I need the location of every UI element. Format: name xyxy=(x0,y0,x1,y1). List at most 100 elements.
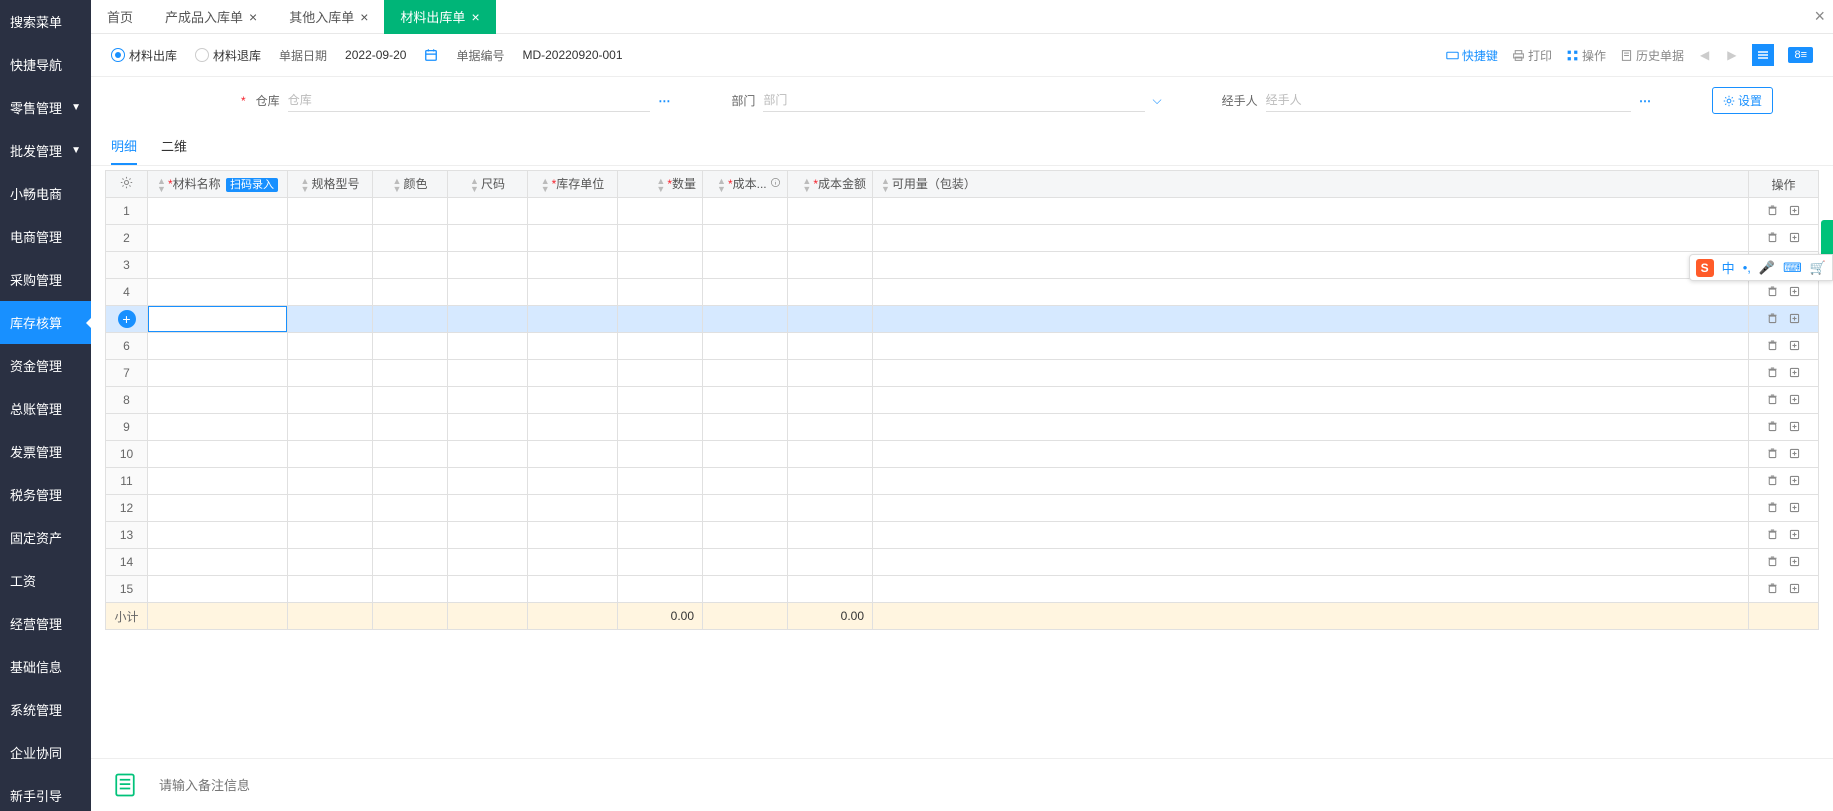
cell-avail[interactable] xyxy=(873,306,1749,333)
cell-cost[interactable] xyxy=(703,333,788,360)
delete-row-icon[interactable] xyxy=(1765,337,1781,353)
cell-size[interactable] xyxy=(448,306,528,333)
table-row[interactable]: + xyxy=(106,306,1819,333)
ime-punct[interactable]: •, xyxy=(1743,260,1751,275)
cell-size[interactable] xyxy=(448,549,528,576)
sidebar-item-1[interactable]: 快捷导航 xyxy=(0,43,91,86)
cell-avail[interactable] xyxy=(873,225,1749,252)
cell-name[interactable] xyxy=(148,387,288,414)
remark-icon[interactable] xyxy=(111,771,139,799)
tab-2[interactable]: 其他入库单× xyxy=(273,0,384,34)
cell-cost[interactable] xyxy=(703,387,788,414)
cell-avail[interactable] xyxy=(873,414,1749,441)
cell-unit[interactable] xyxy=(528,441,618,468)
cell-size[interactable] xyxy=(448,198,528,225)
cell-color[interactable] xyxy=(373,306,448,333)
dept-dropdown[interactable]: ⌵ xyxy=(1153,93,1162,108)
col-color[interactable]: ▲▼颜色 xyxy=(373,171,448,198)
table-row[interactable]: 14 xyxy=(106,549,1819,576)
cell-amount[interactable] xyxy=(788,576,873,603)
shortcut-button[interactable]: 快捷键 xyxy=(1446,47,1498,64)
cell-size[interactable] xyxy=(448,468,528,495)
ime-voice[interactable]: 🎤 xyxy=(1759,260,1775,276)
col-unit[interactable]: ▲▼*库存单位 xyxy=(528,171,618,198)
ime-toolbar[interactable]: S 中 •, 🎤 ⌨ 🛒 xyxy=(1689,254,1833,281)
add-row-cell[interactable]: + xyxy=(106,306,148,333)
cell-spec[interactable] xyxy=(288,306,373,333)
delete-row-icon[interactable] xyxy=(1765,418,1781,434)
cell-cost[interactable] xyxy=(703,441,788,468)
cell-amount[interactable] xyxy=(788,333,873,360)
cell-qty[interactable] xyxy=(618,468,703,495)
delete-row-icon[interactable] xyxy=(1765,283,1781,299)
cell-spec[interactable] xyxy=(288,522,373,549)
delete-row-icon[interactable] xyxy=(1765,580,1781,596)
sidebar-item-12[interactable]: 固定资产 xyxy=(0,516,91,559)
insert-row-icon[interactable] xyxy=(1787,580,1803,596)
sidebar-item-11[interactable]: 税务管理 xyxy=(0,473,91,516)
col-size[interactable]: ▲▼尺码 xyxy=(448,171,528,198)
cell-cost[interactable] xyxy=(703,279,788,306)
delete-row-icon[interactable] xyxy=(1765,499,1781,515)
radio-material-out[interactable]: 材料出库 xyxy=(111,47,177,64)
col-config[interactable] xyxy=(106,171,148,198)
cell-qty[interactable] xyxy=(618,441,703,468)
count-badge[interactable]: 8≡ xyxy=(1788,47,1813,63)
table-row[interactable]: 12 xyxy=(106,495,1819,522)
cell-spec[interactable] xyxy=(288,225,373,252)
cell-color[interactable] xyxy=(373,495,448,522)
insert-row-icon[interactable] xyxy=(1787,229,1803,245)
cell-amount[interactable] xyxy=(788,468,873,495)
table-row[interactable]: 9 xyxy=(106,414,1819,441)
cell-unit[interactable] xyxy=(528,225,618,252)
cell-qty[interactable] xyxy=(618,576,703,603)
cell-spec[interactable] xyxy=(288,495,373,522)
insert-row-icon[interactable] xyxy=(1787,364,1803,380)
sidebar-item-16[interactable]: 系统管理 xyxy=(0,688,91,731)
cell-qty[interactable] xyxy=(618,252,703,279)
cell-unit[interactable] xyxy=(528,468,618,495)
insert-row-icon[interactable] xyxy=(1787,418,1803,434)
delete-row-icon[interactable] xyxy=(1765,526,1781,542)
cell-spec[interactable] xyxy=(288,549,373,576)
cell-color[interactable] xyxy=(373,279,448,306)
cell-color[interactable] xyxy=(373,198,448,225)
cell-qty[interactable] xyxy=(618,522,703,549)
cell-amount[interactable] xyxy=(788,198,873,225)
cell-qty[interactable] xyxy=(618,360,703,387)
cell-qty[interactable] xyxy=(618,225,703,252)
cell-avail[interactable] xyxy=(873,495,1749,522)
sidebar-item-0[interactable]: 搜索菜单 xyxy=(0,0,91,43)
close-all-tabs[interactable]: × xyxy=(1814,6,1825,27)
cell-avail[interactable] xyxy=(873,387,1749,414)
cell-qty[interactable] xyxy=(618,333,703,360)
table-row[interactable]: 1 xyxy=(106,198,1819,225)
cell-unit[interactable] xyxy=(528,198,618,225)
table-row[interactable]: 11 xyxy=(106,468,1819,495)
view-list-button[interactable] xyxy=(1752,44,1774,66)
sidebar-item-4[interactable]: 小畅电商 xyxy=(0,172,91,215)
cell-cost[interactable] xyxy=(703,576,788,603)
operate-button[interactable]: 操作 xyxy=(1566,47,1606,64)
cell-color[interactable] xyxy=(373,468,448,495)
calendar-icon[interactable] xyxy=(424,48,438,62)
cell-name[interactable] xyxy=(148,495,288,522)
cell-unit[interactable] xyxy=(528,333,618,360)
cell-unit[interactable] xyxy=(528,522,618,549)
cell-spec[interactable] xyxy=(288,387,373,414)
sidebar-item-6[interactable]: 采购管理 xyxy=(0,258,91,301)
table-row[interactable]: 4 xyxy=(106,279,1819,306)
insert-row-icon[interactable] xyxy=(1787,202,1803,218)
cell-avail[interactable] xyxy=(873,333,1749,360)
cell-name[interactable] xyxy=(148,306,288,333)
date-value[interactable]: 2022-09-20 xyxy=(345,48,406,62)
ime-lang[interactable]: 中 xyxy=(1722,258,1735,277)
cell-spec[interactable] xyxy=(288,414,373,441)
cell-cost[interactable] xyxy=(703,360,788,387)
sidebar-item-5[interactable]: 电商管理 xyxy=(0,215,91,258)
sidebar-item-2[interactable]: 零售管理▼ xyxy=(0,86,91,129)
delete-row-icon[interactable] xyxy=(1765,553,1781,569)
cell-size[interactable] xyxy=(448,252,528,279)
cell-input[interactable] xyxy=(148,306,287,332)
cell-amount[interactable] xyxy=(788,225,873,252)
